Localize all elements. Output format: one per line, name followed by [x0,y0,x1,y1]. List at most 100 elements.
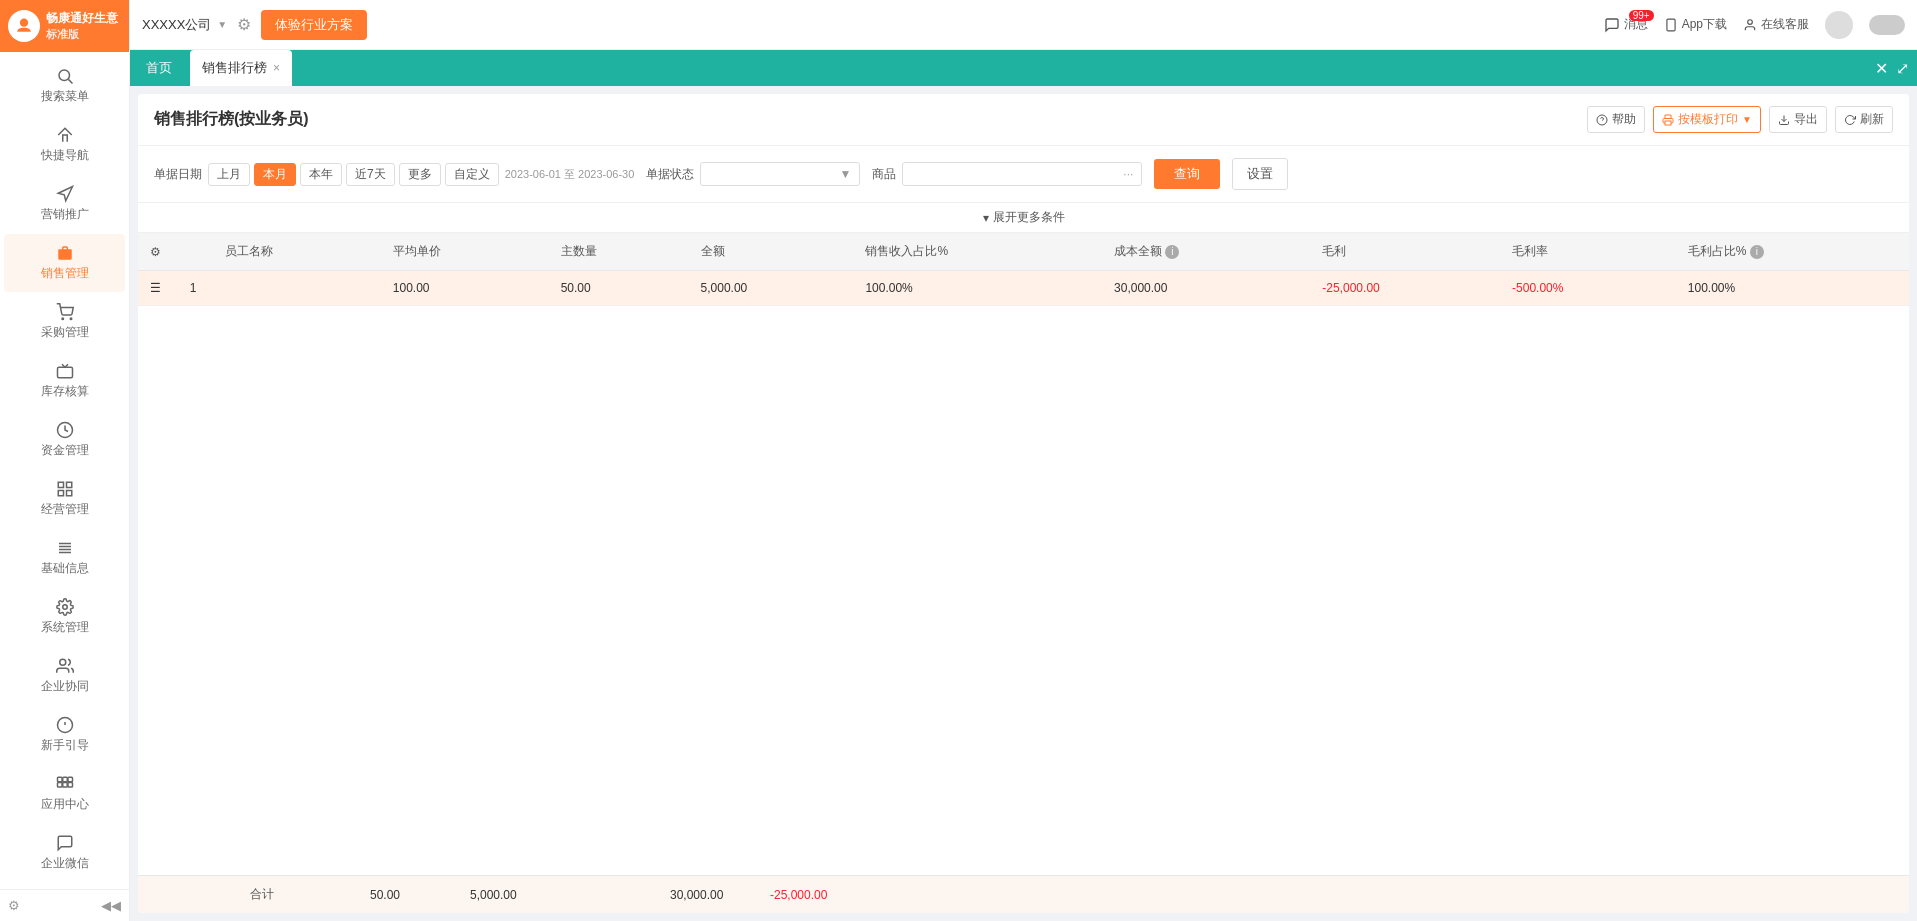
svg-rect-19 [68,783,73,788]
svg-rect-8 [66,482,71,487]
expand-label: 展开更多条件 [993,209,1065,226]
cost-info-icon: i [1165,245,1179,259]
maximize-icon[interactable]: ⤢ [1896,59,1909,78]
online-service-button[interactable]: 在线客服 [1743,16,1809,33]
sidebar-item-sales[interactable]: 销售管理 [4,234,125,292]
col-cost-amount: 成本全额 i [1102,233,1310,271]
content-area: 销售排行榜(按业务员) 帮助 按模板打印 ▼ [130,86,1917,921]
sidebar-item-system[interactable]: 系统管理 [4,588,125,646]
filter-goods-item: 商品 ··· [872,162,1142,186]
app-download-button[interactable]: App下载 [1664,16,1727,33]
table-body: ☰ 1 100.00 50.00 5,000.00 100.00% 30,000… [138,271,1909,306]
query-button[interactable]: 查询 [1154,159,1220,189]
period-btn-this-year[interactable]: 本年 [300,163,342,186]
svg-line-2 [68,79,72,83]
svg-point-1 [59,70,70,81]
app-label: App下载 [1682,16,1727,33]
period-btn-custom[interactable]: 自定义 [445,163,499,186]
col-main-qty: 主数量 [549,233,689,271]
page-header-actions: 帮助 按模板打印 ▼ 导出 刷新 [1587,106,1893,133]
footer-empty3 [558,888,658,902]
footer-cost-amount: 30,000.00 [658,888,758,902]
date-range-display: 2023-06-01 至 2023-06-30 [505,167,635,182]
table-row[interactable]: ☰ 1 100.00 50.00 5,000.00 100.00% 30,000… [138,271,1909,306]
sidebar-item-label: 经营管理 [41,501,89,518]
sidebar-item-label: 系统管理 [41,619,89,636]
export-button[interactable]: 导出 [1769,106,1827,133]
sidebar-item-inventory[interactable]: 库存核算 [4,352,125,410]
sidebar-item-operations[interactable]: 经营管理 [4,470,125,528]
col-amount: 全额 [689,233,854,271]
row-avg-price: 100.00 [381,271,549,306]
table-header: ⚙ 员工名称 平均单价 主数量 全额 销售收入占比% 成本全额 i 毛利 毛利率 [138,233,1909,271]
sidebar-item-basic[interactable]: 基础信息 [4,529,125,587]
try-industry-button[interactable]: 体验行业方案 [261,10,367,40]
period-buttons: 上月 本月 本年 近7天 更多 自定义 [208,163,499,186]
sidebar-item-search[interactable]: 搜索菜单 [4,57,125,115]
filter-settings-button[interactable]: 设置 [1232,158,1288,190]
sidebar-item-home[interactable]: 快捷导航 [4,116,125,174]
settings-bottom-icon[interactable]: ⚙ [8,898,20,913]
tab-active-label: 销售排行榜 [202,59,267,77]
row-cost-amount: 30,000.00 [1102,271,1310,306]
col-avg-price: 平均单价 [381,233,549,271]
row-gross-rate: -500.00% [1500,271,1676,306]
sidebar-item-label: 基础信息 [41,560,89,577]
sidebar-item-enterprise[interactable]: 企业协同 [4,647,125,705]
page-container: 销售排行榜(按业务员) 帮助 按模板打印 ▼ [138,94,1909,913]
topbar-right: 消息 99+ App下载 在线客服 [1604,11,1905,39]
row-name [213,271,381,306]
row-main-qty: 50.00 [549,271,689,306]
sidebar-item-purchase[interactable]: 采购管理 [4,293,125,351]
expand-more-button[interactable]: ▾ 展开更多条件 [983,209,1065,226]
col-gross: 毛利 [1310,233,1500,271]
app-title: 畅康通好生意 [46,11,118,27]
close-window-icon[interactable]: ✕ [1875,59,1888,78]
row-gross-pct: 100.00% [1676,271,1909,306]
tabbar-actions: ✕ ⤢ [1875,59,1917,78]
print-dropdown-arrow[interactable]: ▼ [1742,114,1752,125]
toggle-switch[interactable] [1869,15,1905,35]
tab-home-label: 首页 [146,59,172,77]
sidebar-item-label: 资金管理 [41,442,89,459]
goods-input[interactable]: ··· [902,162,1142,186]
sidebar-item-label: 营销推广 [41,206,89,223]
svg-rect-14 [57,777,62,782]
message-button[interactable]: 消息 99+ [1604,16,1648,33]
period-btn-7days[interactable]: 近7天 [346,163,395,186]
help-button[interactable]: 帮助 [1587,106,1645,133]
sidebar-bottom: ⚙ ◀◀ [0,889,129,921]
sidebar-item-label: 快捷导航 [41,147,89,164]
sidebar-item-apps[interactable]: 应用中心 [4,765,125,823]
sidebar-item-finance[interactable]: 资金管理 [4,411,125,469]
company-dropdown-arrow: ▼ [217,19,227,30]
user-avatar[interactable] [1825,11,1853,39]
col-settings[interactable]: ⚙ [138,233,173,271]
svg-point-3 [62,318,64,320]
service-label: 在线客服 [1761,16,1809,33]
sidebar-item-marketing[interactable]: 营销推广 [4,175,125,233]
sidebar-item-label: 新手引导 [41,737,89,754]
collapse-icon[interactable]: ◀◀ [101,898,121,913]
refresh-button[interactable]: 刷新 [1835,106,1893,133]
period-btn-more[interactable]: 更多 [399,163,441,186]
period-btn-this-month[interactable]: 本月 [254,163,296,186]
tab-close-icon[interactable]: × [273,61,280,75]
sidebar-logo-text: 畅康通好生意 标准版 [46,11,118,41]
company-selector[interactable]: XXXXX公司 ▼ [142,16,227,34]
period-btn-last-month[interactable]: 上月 [208,163,250,186]
status-select[interactable]: ▼ [700,162,860,186]
app-subtitle: 标准版 [46,27,118,41]
print-template-button[interactable]: 按模板打印 ▼ [1653,106,1761,133]
svg-rect-23 [1665,121,1671,125]
tab-home[interactable]: 首页 [130,50,188,86]
tab-sales-ranking[interactable]: 销售排行榜 × [190,50,292,86]
date-label: 单据日期 [154,166,202,183]
row-settings[interactable]: ☰ [138,271,173,306]
logo-icon [8,10,40,42]
sidebar-item-guide[interactable]: 新手引导 [4,706,125,764]
goods-dots-icon: ··· [1123,167,1133,181]
settings-gear-icon[interactable]: ⚙ [237,15,251,34]
filter-date-item: 单据日期 上月 本月 本年 近7天 更多 自定义 2023-06-01 至 20… [154,163,634,186]
sidebar-item-wechat[interactable]: 企业微信 [4,824,125,882]
